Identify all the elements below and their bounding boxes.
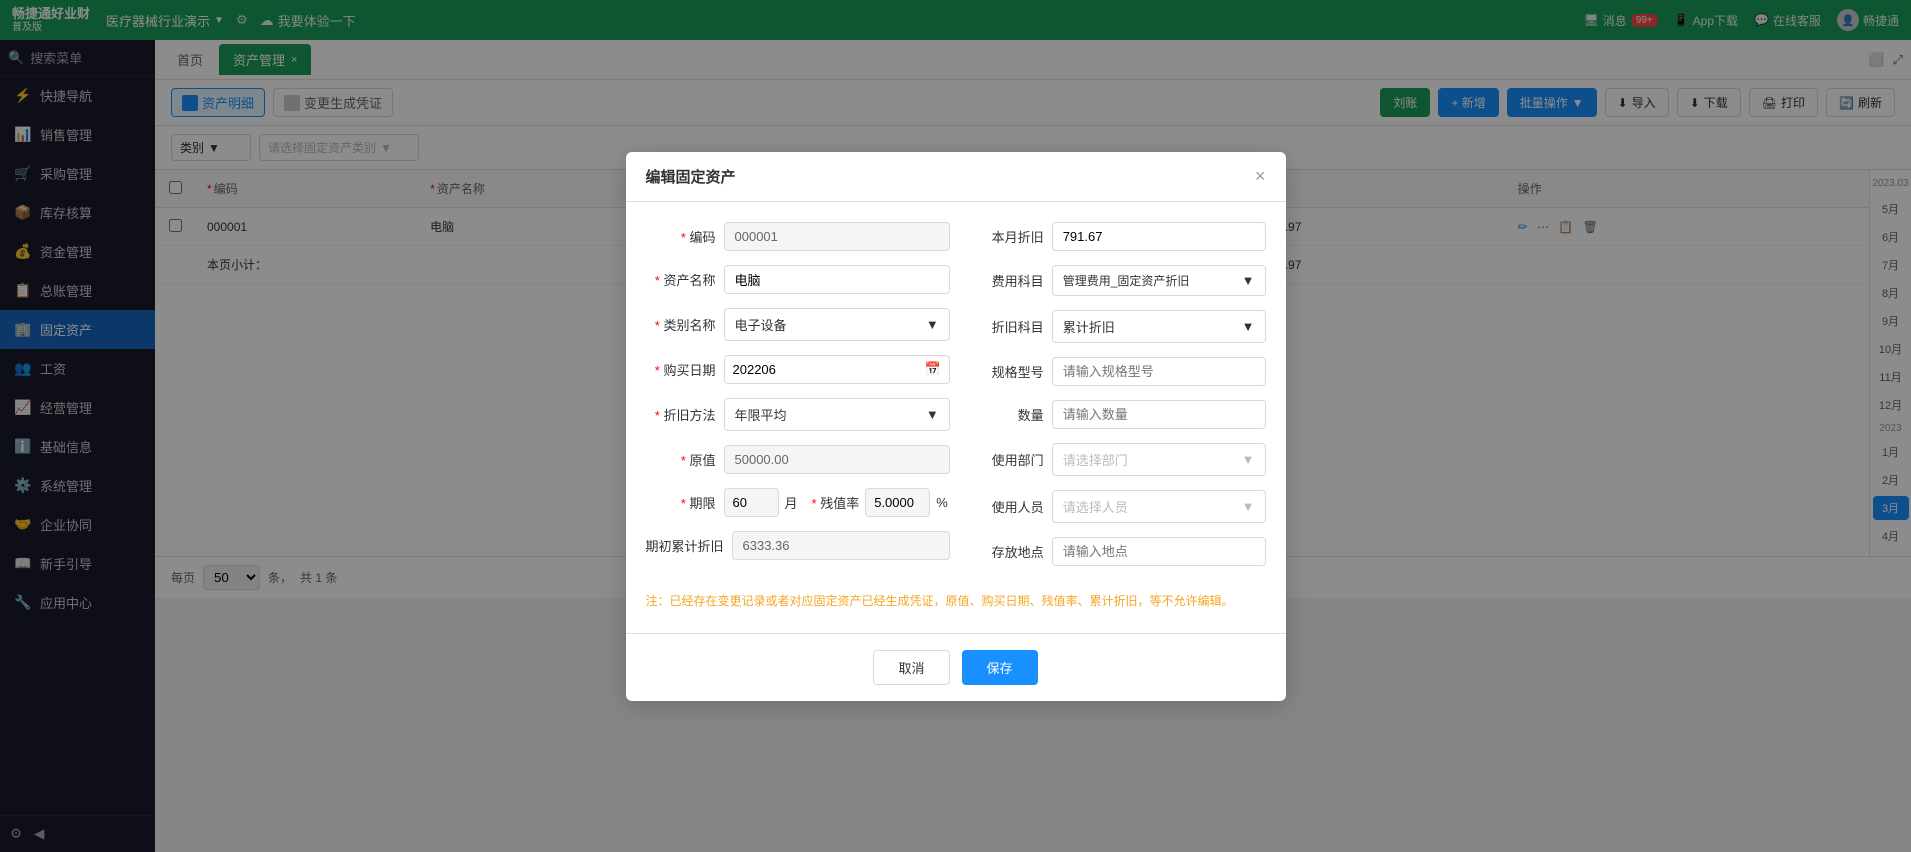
form-item-dep-method: * 折旧方法 年限平均 ▼ xyxy=(646,398,950,431)
quantity-input[interactable] xyxy=(1052,400,1266,429)
dep-subject-select[interactable]: 累计折旧 ▼ xyxy=(1052,310,1266,343)
residual-rate-input[interactable] xyxy=(865,488,930,517)
form-item-dep-subject: 折旧科目 累计折旧 ▼ xyxy=(974,310,1266,343)
modal-note: 注：已经存在变更记录或者对应固定资产已经生成凭证，原值、购买日期、残值率、累计折… xyxy=(646,580,1266,613)
init-dep-input[interactable] xyxy=(732,531,950,560)
form-item-purchase-date: * 购买日期 📅 xyxy=(646,355,950,384)
form-right: 本月折旧 费用科目 管理费用_固定资产折旧 ▼ 折旧科目 xyxy=(974,222,1266,580)
original-value-input[interactable] xyxy=(724,445,950,474)
form-left: * 编码 * 资产名称 * 类别名称 电子设备 ▼ xyxy=(646,222,950,580)
form-item-quantity: 数量 xyxy=(974,400,1266,429)
location-input[interactable] xyxy=(1052,537,1266,566)
chevron-down-icon: ▼ xyxy=(1242,319,1255,334)
date-input-wrap: 📅 xyxy=(724,355,950,384)
chevron-down-icon: ▼ xyxy=(1242,273,1255,288)
category-select[interactable]: 电子设备 ▼ xyxy=(724,308,950,341)
modal-body: * 编码 * 资产名称 * 类别名称 电子设备 ▼ xyxy=(626,202,1286,633)
modal-overlay: 编辑固定资产 × * 编码 * 资产名称 xyxy=(0,0,1911,852)
form-item-name: * 资产名称 xyxy=(646,265,950,294)
modal-header: 编辑固定资产 × xyxy=(626,152,1286,202)
code-input[interactable] xyxy=(724,222,950,251)
name-input[interactable] xyxy=(724,265,950,294)
form-item-monthly-dep: 本月折旧 xyxy=(974,222,1266,251)
form-item-code: * 编码 xyxy=(646,222,950,251)
calendar-icon[interactable]: 📅 xyxy=(917,361,949,377)
form-grid: * 编码 * 资产名称 * 类别名称 电子设备 ▼ xyxy=(646,222,1266,580)
form-item-user: 使用人员 请选择人员 ▼ xyxy=(974,490,1266,523)
chevron-down-icon: ▼ xyxy=(1242,452,1255,467)
spec-input[interactable] xyxy=(1052,357,1266,386)
form-item-expense-subject: 费用科目 管理费用_固定资产折旧 ▼ xyxy=(974,265,1266,296)
chevron-down-icon: ▼ xyxy=(926,317,939,332)
form-item-period: * 期限 月 * 残值率 % xyxy=(646,488,950,517)
edit-asset-modal: 编辑固定资产 × * 编码 * 资产名称 xyxy=(626,152,1286,701)
purchase-date-input[interactable] xyxy=(725,356,917,383)
modal-title: 编辑固定资产 xyxy=(646,166,736,187)
expense-subject-select[interactable]: 管理费用_固定资产折旧 ▼ xyxy=(1052,265,1266,296)
form-item-category: * 类别名称 电子设备 ▼ xyxy=(646,308,950,341)
save-button[interactable]: 保存 xyxy=(962,650,1038,685)
period-input[interactable] xyxy=(724,488,779,517)
cancel-button[interactable]: 取消 xyxy=(873,650,949,685)
monthly-dep-input[interactable] xyxy=(1052,222,1266,251)
dep-method-select[interactable]: 年限平均 ▼ xyxy=(724,398,950,431)
form-item-init-dep: 期初累计折旧 xyxy=(646,531,950,560)
period-group: 月 * 残值率 % xyxy=(724,488,950,517)
department-select[interactable]: 请选择部门 ▼ xyxy=(1052,443,1266,476)
chevron-down-icon: ▼ xyxy=(926,407,939,422)
form-item-original-value: * 原值 xyxy=(646,445,950,474)
form-item-department: 使用部门 请选择部门 ▼ xyxy=(974,443,1266,476)
form-item-location: 存放地点 xyxy=(974,537,1266,566)
form-item-spec: 规格型号 xyxy=(974,357,1266,386)
chevron-down-icon: ▼ xyxy=(1242,499,1255,514)
modal-close-btn[interactable]: × xyxy=(1255,166,1266,187)
modal-footer: 取消 保存 xyxy=(626,633,1286,701)
user-select[interactable]: 请选择人员 ▼ xyxy=(1052,490,1266,523)
